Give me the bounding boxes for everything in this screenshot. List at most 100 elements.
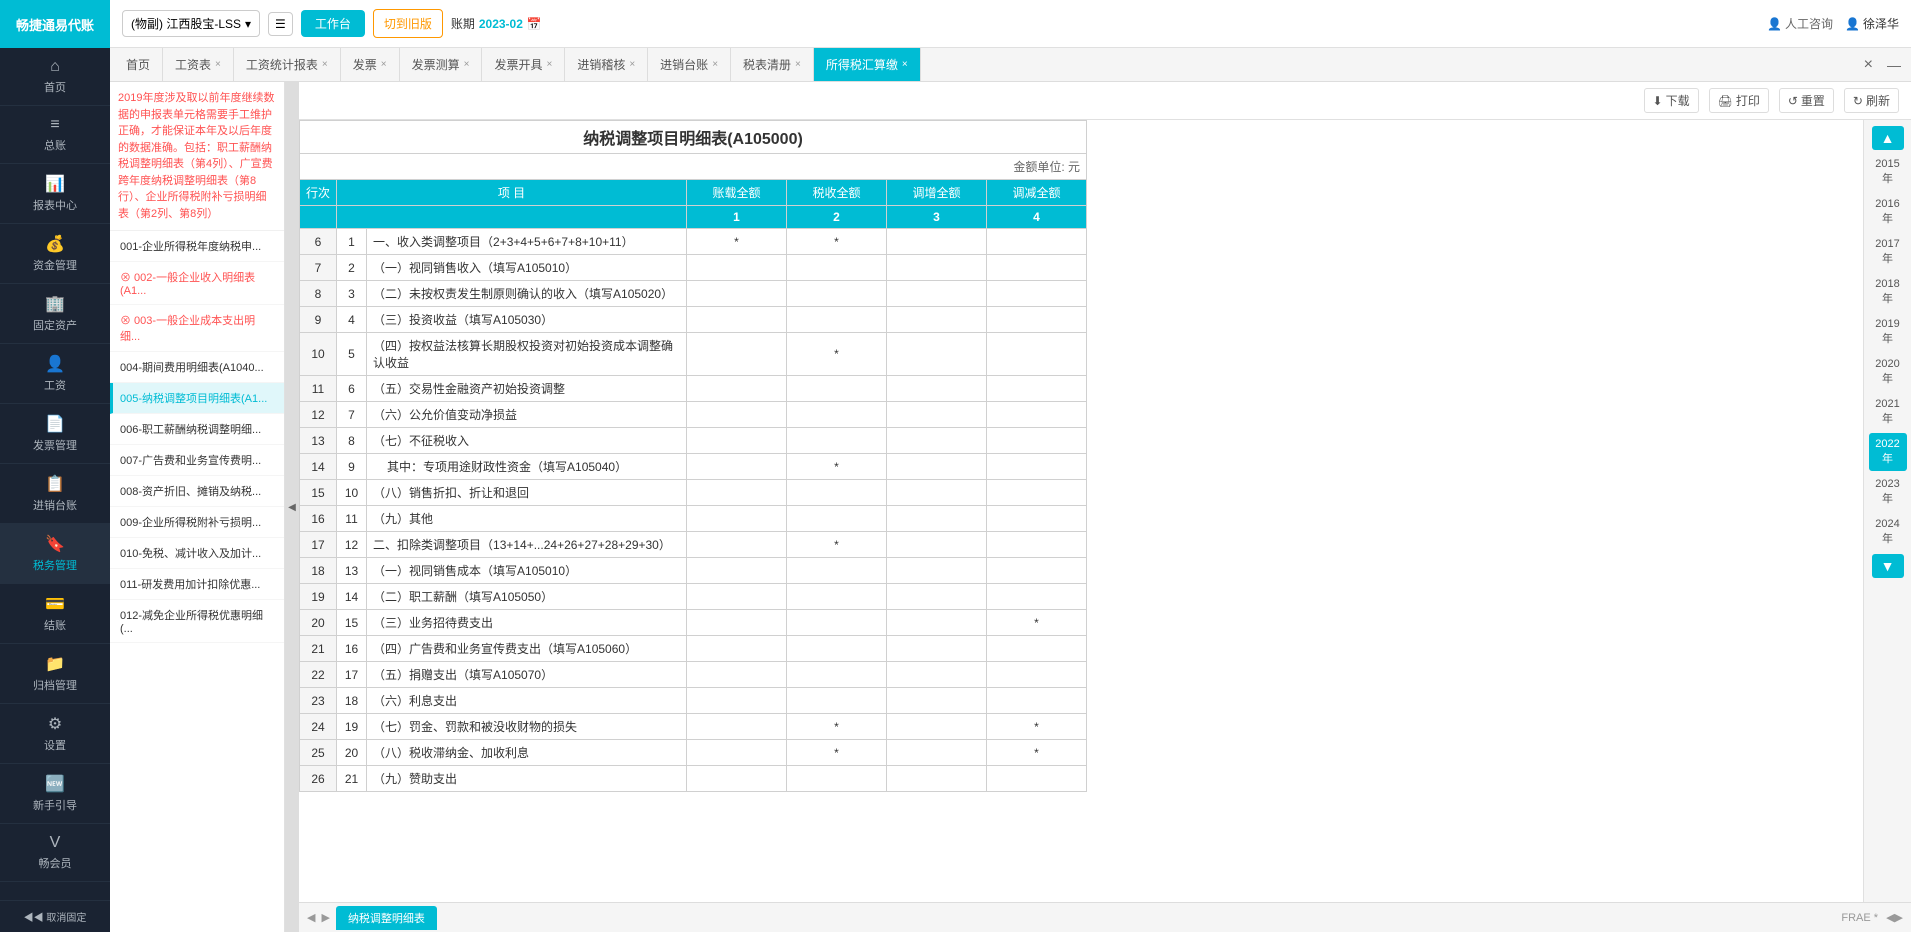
value-2[interactable]: [787, 662, 887, 688]
value-1[interactable]: [687, 376, 787, 402]
customer-service-btn[interactable]: 👤 人工咨询: [1767, 15, 1833, 32]
value-3[interactable]: [887, 558, 987, 584]
value-2[interactable]: *: [787, 532, 887, 558]
scroll-left-icon[interactable]: ◀: [1886, 911, 1894, 924]
value-3[interactable]: [887, 610, 987, 636]
spreadsheet-container[interactable]: 纳税调整项目明细表(A105000) 金额单位: 元 行次 项 目 账载全额 税…: [299, 120, 1863, 902]
user-profile-btn[interactable]: 👤 徐泽华: [1845, 15, 1899, 32]
value-4[interactable]: [987, 333, 1087, 376]
sidebar-item-guide[interactable]: 🆕 新手引导: [0, 764, 110, 824]
value-2[interactable]: [787, 636, 887, 662]
period-calendar-icon[interactable]: 📅: [527, 17, 542, 31]
value-4[interactable]: [987, 558, 1087, 584]
sidebar-item-reports[interactable]: 📊 报表中心: [0, 164, 110, 224]
value-3[interactable]: [887, 376, 987, 402]
workspace-button[interactable]: 工作台: [301, 10, 365, 37]
value-1[interactable]: [687, 584, 787, 610]
value-1[interactable]: [687, 662, 787, 688]
value-3[interactable]: [887, 229, 987, 255]
left-menu-004[interactable]: 004-期间费用明细表(A1040...: [110, 352, 284, 383]
value-1[interactable]: [687, 454, 787, 480]
value-2[interactable]: [787, 506, 887, 532]
year-2021[interactable]: 2021年: [1869, 393, 1907, 431]
value-1[interactable]: [687, 506, 787, 532]
year-2024[interactable]: 2024年: [1869, 513, 1907, 551]
tab-audit[interactable]: 进销稽核×: [565, 48, 648, 81]
refresh-btn[interactable]: ↻ 刷新: [1844, 88, 1899, 113]
year-2020[interactable]: 2020年: [1869, 353, 1907, 391]
value-3[interactable]: [887, 766, 987, 792]
value-4[interactable]: [987, 532, 1087, 558]
value-1[interactable]: [687, 688, 787, 714]
value-3[interactable]: [887, 307, 987, 333]
value-4[interactable]: *: [987, 610, 1087, 636]
tab-close-salary[interactable]: ×: [215, 59, 221, 70]
company-icon-btn[interactable]: ☰: [268, 12, 293, 36]
value-2[interactable]: [787, 255, 887, 281]
value-4[interactable]: [987, 402, 1087, 428]
tab-income-tax[interactable]: 所得税汇算缴×: [814, 48, 921, 81]
left-menu-006[interactable]: 006-职工薪酬纳税调整明细...: [110, 414, 284, 445]
left-menu-011[interactable]: 011-研发费用加计扣除优惠...: [110, 569, 284, 600]
tab-close-audit[interactable]: ×: [629, 59, 635, 70]
value-4[interactable]: [987, 307, 1087, 333]
value-4[interactable]: [987, 229, 1087, 255]
value-2[interactable]: *: [787, 454, 887, 480]
left-menu-012[interactable]: 012-减免企业所得税优惠明细(...: [110, 600, 284, 643]
tab-close-salary-report[interactable]: ×: [322, 59, 328, 70]
year-down-btn[interactable]: ▼: [1872, 554, 1904, 578]
sidebar-item-ledger[interactable]: ≡ 总账: [0, 106, 110, 164]
year-2023[interactable]: 2023年: [1869, 473, 1907, 511]
sidebar-item-settings[interactable]: ⚙ 设置: [0, 704, 110, 764]
year-2017[interactable]: 2017年: [1869, 233, 1907, 271]
print-btn[interactable]: 🖨 打印: [1709, 88, 1769, 113]
value-1[interactable]: [687, 281, 787, 307]
value-1[interactable]: [687, 532, 787, 558]
value-3[interactable]: [887, 333, 987, 376]
value-1[interactable]: [687, 636, 787, 662]
company-selector[interactable]: (物副) 江西股宝-LSS ▾: [122, 10, 260, 37]
value-3[interactable]: [887, 740, 987, 766]
year-2016[interactable]: 2016年: [1869, 193, 1907, 231]
sidebar-item-invoice[interactable]: 📄 发票管理: [0, 404, 110, 464]
left-menu-010[interactable]: 010-免税、减计收入及加计...: [110, 538, 284, 569]
tab-close-tax-clear[interactable]: ×: [795, 59, 801, 70]
value-1[interactable]: [687, 610, 787, 636]
left-menu-003[interactable]: ⊗ 003-一般企业成本支出明细...: [110, 305, 284, 352]
value-2[interactable]: [787, 688, 887, 714]
value-1[interactable]: [687, 558, 787, 584]
sidebar-item-purchase[interactable]: 📋 进销台账: [0, 464, 110, 524]
value-4[interactable]: [987, 584, 1087, 610]
value-1[interactable]: [687, 714, 787, 740]
tab-salary-report[interactable]: 工资统计报表×: [234, 48, 341, 81]
value-3[interactable]: [887, 636, 987, 662]
value-2[interactable]: *: [787, 333, 887, 376]
year-2015[interactable]: 2015年: [1869, 153, 1907, 191]
value-3[interactable]: [887, 402, 987, 428]
value-2[interactable]: [787, 402, 887, 428]
tab-close-invoice-open[interactable]: ×: [546, 59, 552, 70]
value-2[interactable]: [787, 584, 887, 610]
left-menu-007[interactable]: 007-广告费和业务宣传费明...: [110, 445, 284, 476]
value-2[interactable]: *: [787, 740, 887, 766]
value-1[interactable]: [687, 307, 787, 333]
value-3[interactable]: [887, 506, 987, 532]
reset-btn[interactable]: ↺ 重置: [1779, 88, 1834, 113]
old-version-button[interactable]: 切到旧版: [373, 9, 443, 38]
value-4[interactable]: [987, 506, 1087, 532]
sidebar-item-assets[interactable]: 🏢 固定资产: [0, 284, 110, 344]
left-menu-005[interactable]: 005-纳税调整项目明细表(A1...: [110, 383, 284, 414]
year-2022[interactable]: 2022年: [1869, 433, 1907, 471]
value-2[interactable]: [787, 480, 887, 506]
sheet-nav-right[interactable]: ▶: [321, 911, 329, 924]
sidebar-item-tax[interactable]: 🔖 税务管理: [0, 524, 110, 584]
tab-salary[interactable]: 工资表×: [163, 48, 234, 81]
value-2[interactable]: *: [787, 229, 887, 255]
value-2[interactable]: [787, 428, 887, 454]
value-4[interactable]: [987, 480, 1087, 506]
value-4[interactable]: [987, 766, 1087, 792]
value-4[interactable]: [987, 662, 1087, 688]
tab-invoice-calc[interactable]: 发票测算×: [400, 48, 483, 81]
value-1[interactable]: [687, 333, 787, 376]
tab-tax-clear[interactable]: 税表清册×: [731, 48, 814, 81]
